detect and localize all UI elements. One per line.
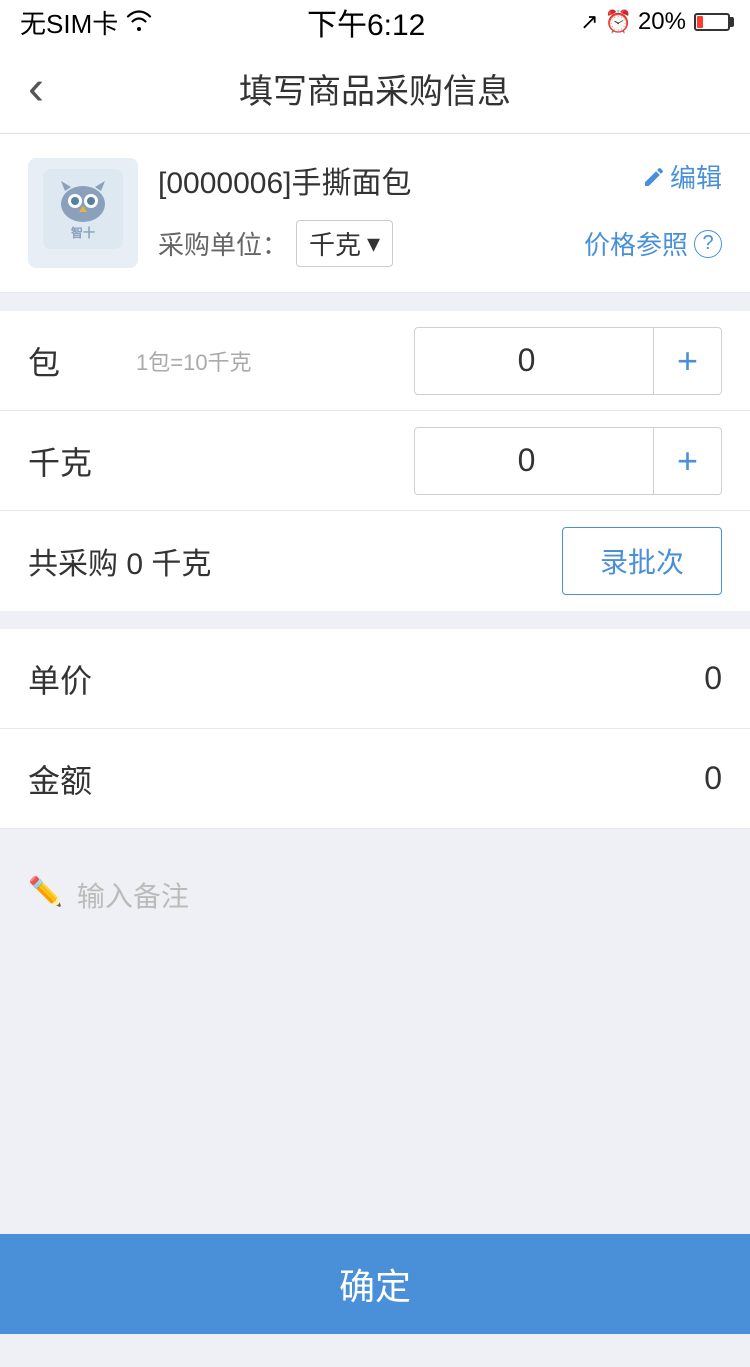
product-title: 手撕面包 [291,167,411,200]
unit-price-label: 单价 [28,656,92,702]
product-card: 智十 [0000006]手撕面包 编辑 采购单位： 千克 ▾ [0,134,750,293]
edit-label: 编辑 [670,158,722,195]
price-reference-button[interactable]: 价格参照 ? [584,225,722,262]
pencil-icon: ✏️ [28,875,63,908]
unit-value: 千克 [309,225,361,262]
product-info: [0000006]手撕面包 编辑 采购单位： 千克 ▾ 价格参照 ? [158,158,722,267]
kg-quantity-input[interactable] [414,427,654,495]
summary-row: 共采购 0 千克 录批次 [0,511,750,611]
price-section: 单价 0 金额 0 [0,629,750,829]
pack-input-row: 包 1包=10千克 + [0,311,750,411]
product-name-row: [0000006]手撕面包 编辑 [158,158,722,202]
notes-input-area[interactable]: ✏️ 输入备注 [28,875,722,915]
batch-button[interactable]: 录批次 [562,527,722,595]
confirm-button[interactable]: 确定 [0,1234,750,1334]
kg-plus-button[interactable]: + [654,427,722,495]
divider-1 [0,293,750,311]
pack-plus-button[interactable]: + [654,327,722,395]
back-button[interactable]: ‹ [28,61,44,116]
nav-bar: ‹ 填写商品采购信息 [0,44,750,134]
input-section: 包 1包=10千克 + 千克 + [0,311,750,511]
notes-section: ✏️ 输入备注 [0,847,750,1027]
pack-sublabel: 1包=10千克 [136,345,252,377]
status-right-icons: ↗ ⏰ 20% [580,8,730,36]
battery-percent: 20% [638,8,686,36]
kg-label: 千克 [28,438,128,484]
product-id: [0000006] [158,167,291,200]
amount-label: 金额 [28,756,92,802]
pack-label: 包 [28,338,128,384]
page-title: 填写商品采购信息 [239,64,511,113]
notes-placeholder[interactable]: 输入备注 [77,875,189,915]
unit-price-row: 单价 0 [0,629,750,729]
alarm-icon: ⏰ [605,9,632,35]
product-name: [0000006]手撕面包 [158,158,411,202]
price-ref-label: 价格参照 [584,225,688,262]
unit-label: 采购单位： [158,225,288,262]
status-carrier: 无SIM卡 [20,4,152,41]
edit-button[interactable]: 编辑 [642,158,722,195]
svg-text:智十: 智十 [70,225,95,240]
pack-quantity-input[interactable] [414,327,654,395]
divider-2 [0,611,750,629]
amount-value: 0 [704,760,722,797]
kg-input-row: 千克 + [0,411,750,511]
status-bar: 无SIM卡 下午6:12 ↗ ⏰ 20% [0,0,750,44]
battery-icon [694,13,730,31]
product-logo: 智十 [43,169,123,257]
status-time: 下午6:12 [307,0,425,44]
location-icon: ↗ [580,9,598,35]
kg-input-group: + [414,427,722,495]
carrier-text: 无SIM卡 [20,4,118,41]
pack-input-group: + [414,327,722,395]
dropdown-icon: ▾ [367,228,380,259]
product-unit-row: 采购单位： 千克 ▾ 价格参照 ? [158,220,722,267]
unit-dropdown[interactable]: 千克 ▾ [296,220,393,267]
wifi-icon [126,7,152,38]
divider-3 [0,829,750,847]
summary-text: 共采购 0 千克 [28,539,211,583]
unit-price-value: 0 [704,660,722,697]
price-ref-help-icon: ? [694,230,722,258]
product-image: 智十 [28,158,138,268]
amount-row: 金额 0 [0,729,750,829]
